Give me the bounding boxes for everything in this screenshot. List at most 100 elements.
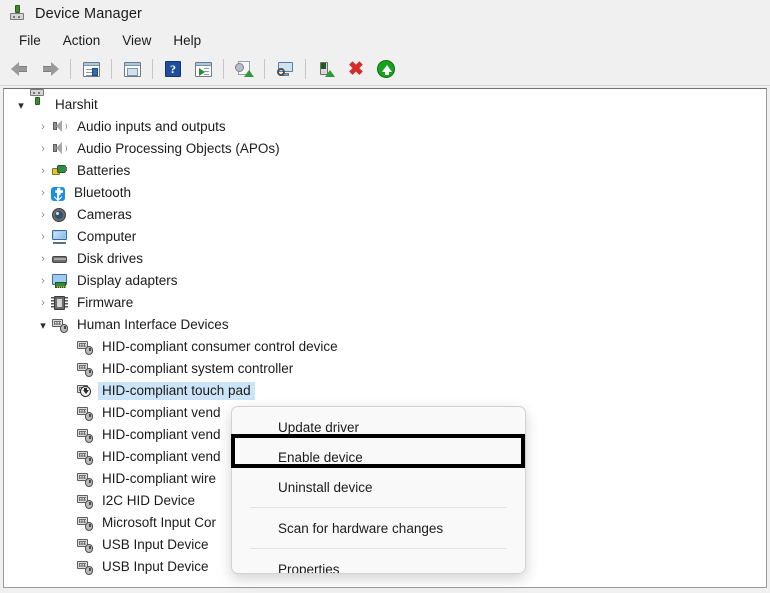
hid-icon [76, 559, 93, 575]
arrow-left-icon [10, 61, 30, 77]
tree-item-label: Bluetooth [70, 184, 135, 202]
sidebar-item-firmware[interactable]: › Firmware [4, 292, 766, 314]
device-label: HID-compliant touch pad [98, 382, 255, 400]
sidebar-item-cameras[interactable]: › Cameras [4, 204, 766, 226]
chevron-down-icon[interactable]: ▾ [13, 97, 29, 113]
properties-window-icon [124, 62, 141, 77]
toolbar-separator [305, 59, 306, 79]
tree-item-root[interactable]: ▾ Harshit [4, 94, 766, 116]
firmware-chip-icon [51, 295, 68, 311]
battery-icon [51, 163, 68, 179]
context-menu-item-scan-for-hardware-changes[interactable]: Scan for hardware changes [232, 513, 525, 543]
toolbar-separator [264, 59, 265, 79]
hid-disabled-icon [76, 383, 93, 399]
hid-icon [76, 361, 93, 377]
chevron-right-icon[interactable]: › [35, 141, 51, 157]
hid-icon [76, 339, 93, 355]
green-up-arrow-icon [377, 60, 395, 78]
tree-item-label: Harshit [51, 96, 102, 114]
toolbar-separator [70, 59, 71, 79]
chevron-right-icon[interactable]: › [35, 207, 51, 223]
uninstall-device-button[interactable]: ✖ [342, 56, 370, 82]
context-menu-item-enable-device[interactable]: Enable device [232, 442, 525, 472]
window-title: Device Manager [35, 6, 142, 22]
device-label: HID-compliant vend [98, 426, 225, 444]
chevron-right-icon[interactable]: › [35, 273, 51, 289]
device-label: HID-compliant wire [98, 470, 220, 488]
red-x-icon: ✖ [348, 60, 364, 79]
menu-action[interactable]: Action [53, 30, 111, 51]
tree-item-label: Audio Processing Objects (APOs) [73, 140, 284, 158]
speaker-icon [51, 141, 68, 157]
chevron-right-icon[interactable]: › [35, 119, 51, 135]
list-item[interactable]: HID-compliant consumer control device [4, 336, 766, 358]
device-label: I2C HID Device [98, 492, 199, 510]
chevron-down-icon[interactable]: ▾ [35, 317, 51, 333]
show-hide-console-tree-button[interactable] [77, 56, 105, 82]
sidebar-item-disk-drives[interactable]: › Disk drives [4, 248, 766, 270]
toolbar: ? ✖ [0, 53, 770, 86]
menu-bar: File Action View Help [0, 27, 770, 53]
sidebar-item-human-interface-devices[interactable]: ▾ Human Interface Devices [4, 314, 766, 336]
properties-button[interactable] [118, 56, 146, 82]
tree-item-label: Human Interface Devices [73, 316, 233, 334]
hid-icon [76, 471, 93, 487]
device-manager-icon [9, 5, 27, 23]
speaker-icon [51, 119, 68, 135]
toolbar-separator [111, 59, 112, 79]
chevron-right-icon[interactable]: › [35, 163, 51, 179]
context-menu-separator [250, 507, 507, 508]
update-driver-button[interactable] [230, 56, 258, 82]
chevron-right-icon[interactable]: › [35, 295, 51, 311]
device-disable-icon [318, 61, 335, 77]
forward-button[interactable] [36, 56, 64, 82]
hid-icon [76, 515, 93, 531]
list-item-selected-touch-pad[interactable]: HID-compliant touch pad [4, 380, 766, 402]
disable-device-button[interactable] [312, 56, 340, 82]
disk-drive-icon [51, 251, 68, 267]
tree-item-label: Disk drives [73, 250, 147, 268]
computer-icon [51, 229, 68, 245]
chevron-right-icon[interactable]: › [35, 229, 51, 245]
hid-icon [51, 317, 68, 333]
sidebar-item-display-adapters[interactable]: › Display adapters [4, 270, 766, 292]
context-menu-item-uninstall-device[interactable]: Uninstall device [232, 472, 525, 502]
tree-item-label: Audio inputs and outputs [73, 118, 230, 136]
context-menu-item-properties[interactable]: Properties [232, 554, 525, 574]
tree-item-label: Computer [73, 228, 140, 246]
console-tree-icon [83, 62, 100, 77]
display-adapter-icon [51, 273, 68, 289]
context-menu-item-update-driver[interactable]: Update driver [232, 412, 525, 442]
sidebar-item-computer[interactable]: › Computer [4, 226, 766, 248]
menu-file[interactable]: File [9, 30, 51, 51]
menu-help[interactable]: Help [163, 30, 211, 51]
menu-view[interactable]: View [112, 30, 161, 51]
chevron-right-icon[interactable]: › [35, 185, 51, 201]
sidebar-item-audio-processing-objects[interactable]: › Audio Processing Objects (APOs) [4, 138, 766, 160]
hid-icon [76, 405, 93, 421]
device-label: HID-compliant system controller [98, 360, 297, 378]
back-button[interactable] [6, 56, 34, 82]
scan-hardware-changes-button[interactable] [271, 56, 299, 82]
enable-device-button[interactable] [372, 56, 400, 82]
show-hide-action-pane-button[interactable] [189, 56, 217, 82]
hid-icon [76, 493, 93, 509]
driver-update-icon [235, 61, 254, 77]
tree-item-label: Firmware [73, 294, 137, 312]
device-label: HID-compliant vend [98, 448, 225, 466]
sidebar-item-bluetooth[interactable]: › Bluetooth [4, 182, 766, 204]
device-label: USB Input Device [98, 536, 213, 554]
context-menu-separator [250, 548, 507, 549]
list-item[interactable]: HID-compliant system controller [4, 358, 766, 380]
sidebar-item-batteries[interactable]: › Batteries [4, 160, 766, 182]
device-manager-icon [29, 97, 46, 113]
sidebar-item-audio-inputs-and-outputs[interactable]: › Audio inputs and outputs [4, 116, 766, 138]
hid-icon [76, 449, 93, 465]
tree-item-label: Cameras [73, 206, 136, 224]
device-label: HID-compliant consumer control device [98, 338, 342, 356]
chevron-right-icon[interactable]: › [35, 251, 51, 267]
toolbar-separator [152, 59, 153, 79]
context-menu[interactable]: Update driver Enable device Uninstall de… [231, 406, 526, 574]
help-button[interactable]: ? [159, 56, 187, 82]
monitor-scan-icon [276, 61, 295, 77]
